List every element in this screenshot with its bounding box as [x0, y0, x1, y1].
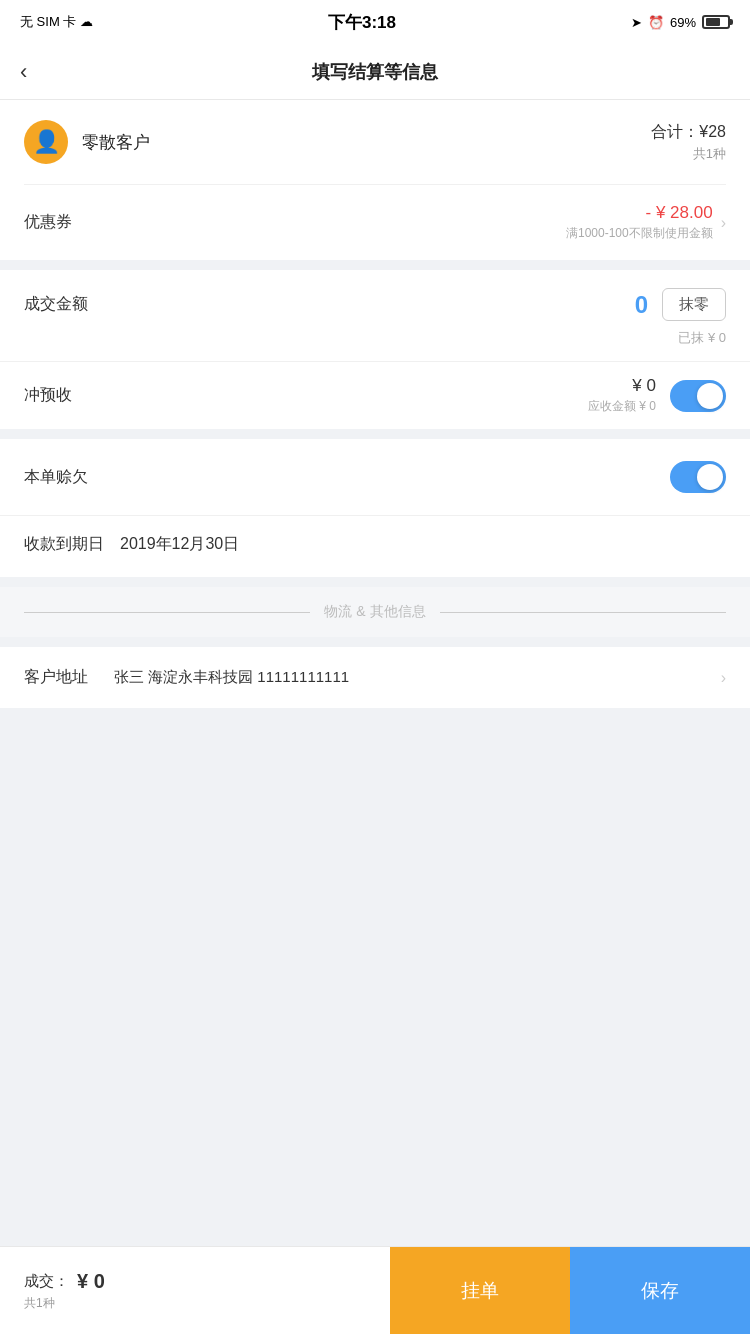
round-zero-button[interactable]: 抹零: [662, 288, 726, 321]
coupon-label: 优惠券: [24, 212, 72, 233]
back-button[interactable]: ‹: [20, 51, 39, 93]
transaction-value: 0: [635, 291, 648, 319]
address-chevron-icon: ›: [721, 669, 726, 687]
debt-toggle-knob: [697, 464, 723, 490]
prepay-right: ¥ 0 应收金额 ¥ 0: [588, 376, 726, 415]
coupon-amount: - ¥ 28.00: [566, 203, 713, 223]
prepay-toggle[interactable]: [670, 380, 726, 412]
prepay-amount: ¥ 0: [588, 376, 656, 396]
page-title: 填写结算等信息: [312, 60, 438, 84]
deal-label: 成交：: [24, 1272, 69, 1291]
debt-label: 本单赊欠: [24, 467, 88, 488]
logistics-section: 物流 & 其他信息: [0, 587, 750, 637]
customer-left: 👤 零散客户: [24, 120, 150, 164]
address-section: 客户地址 张三 海淀永丰科技园 11111111111 ›: [0, 647, 750, 708]
no-sim-text: 无 SIM 卡 ☁: [20, 13, 93, 31]
debt-row: 本单赊欠: [0, 439, 750, 515]
due-date-label: 收款到期日: [24, 534, 104, 555]
deal-amount: ¥ 0: [77, 1270, 105, 1293]
status-left: 无 SIM 卡 ☁: [20, 13, 93, 31]
alarm-icon: ⏰: [648, 15, 664, 30]
bottom-bar: 成交： ¥ 0 共1种 挂单 保存: [0, 1246, 750, 1334]
chevron-right-icon: ›: [721, 214, 726, 232]
prepay-label: 冲预收: [24, 385, 72, 406]
coupon-desc: 满1000-100不限制使用金额: [566, 225, 713, 242]
avatar: 👤: [24, 120, 68, 164]
customer-name: 零散客户: [82, 131, 150, 154]
deal-count: 共1种: [24, 1295, 366, 1312]
customer-row: 👤 零散客户 合计：¥28 共1种: [0, 100, 750, 184]
due-date-row: 收款到期日 2019年12月30日: [0, 515, 750, 577]
due-date-value: 2019年12月30日: [120, 534, 239, 555]
debt-toggle[interactable]: [670, 461, 726, 493]
coupon-row[interactable]: 优惠券 - ¥ 28.00 满1000-100不限制使用金额 ›: [0, 185, 750, 260]
status-right: ➤ ⏰ 69%: [631, 15, 730, 30]
status-bar: 无 SIM 卡 ☁ 下午3:18 ➤ ⏰ 69%: [0, 0, 750, 44]
prepay-sub: 应收金额 ¥ 0: [588, 398, 656, 415]
location-icon: ➤: [631, 15, 642, 30]
total-count: 共1种: [651, 145, 726, 163]
status-time: 下午3:18: [328, 11, 396, 34]
bottom-deal: 成交： ¥ 0: [24, 1270, 366, 1293]
transaction-sub: 已抹 ¥ 0: [0, 329, 750, 361]
prepay-row: 冲预收 ¥ 0 应收金额 ¥ 0: [0, 361, 750, 429]
save-button[interactable]: 保存: [570, 1247, 750, 1335]
transaction-right: 0 抹零: [635, 288, 726, 321]
transaction-row: 成交金额 0 抹零: [0, 270, 750, 329]
coupon-right: - ¥ 28.00 满1000-100不限制使用金额 ›: [566, 203, 726, 242]
transaction-label: 成交金额: [24, 288, 88, 315]
battery-percent: 69%: [670, 15, 696, 30]
address-row[interactable]: 客户地址 张三 海淀永丰科技园 11111111111 ›: [0, 647, 750, 708]
bottom-info: 成交： ¥ 0 共1种: [0, 1270, 390, 1312]
logistics-line-right: [440, 612, 726, 613]
address-value: 张三 海淀永丰科技园 11111111111: [114, 668, 721, 687]
address-label: 客户地址: [24, 667, 104, 688]
battery-icon: [702, 15, 730, 29]
customer-section: 👤 零散客户 合计：¥28 共1种 优惠券 - ¥ 28.00 满1000-10…: [0, 100, 750, 260]
hold-button[interactable]: 挂单: [390, 1247, 570, 1335]
customer-right: 合计：¥28 共1种: [651, 122, 726, 163]
nav-bar: ‹ 填写结算等信息: [0, 44, 750, 100]
total-amount: 合计：¥28: [651, 122, 726, 143]
transaction-section: 成交金额 0 抹零 已抹 ¥ 0 冲预收 ¥ 0 应收金额 ¥ 0: [0, 270, 750, 429]
toggle-knob: [697, 383, 723, 409]
logistics-header: 物流 & 其他信息: [0, 587, 750, 637]
coupon-value: - ¥ 28.00 满1000-100不限制使用金额: [566, 203, 713, 242]
logistics-text: 物流 & 其他信息: [324, 603, 425, 621]
prepay-value: ¥ 0 应收金额 ¥ 0: [588, 376, 656, 415]
avatar-icon: 👤: [33, 129, 60, 155]
content: 👤 零散客户 合计：¥28 共1种 优惠券 - ¥ 28.00 满1000-10…: [0, 100, 750, 818]
logistics-line-left: [24, 612, 310, 613]
debt-section: 本单赊欠 收款到期日 2019年12月30日: [0, 439, 750, 577]
